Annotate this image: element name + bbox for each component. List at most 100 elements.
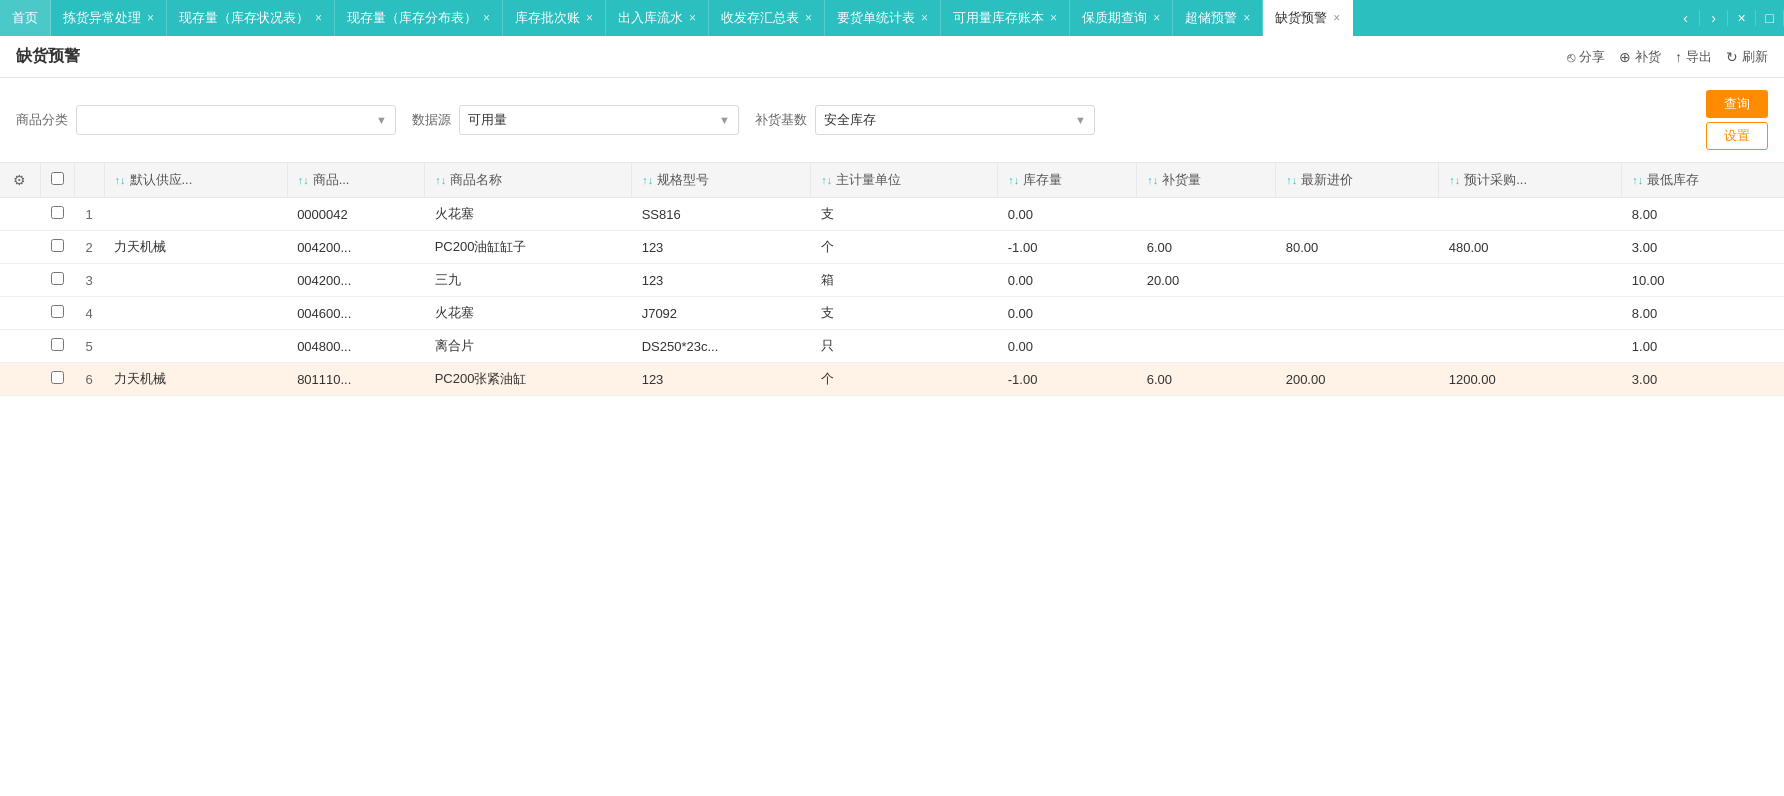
export-icon: ↑ xyxy=(1675,49,1682,65)
row-checkbox-input-2[interactable] xyxy=(51,272,64,285)
maximize-btn[interactable]: □ xyxy=(1756,10,1784,26)
row-supplier-3 xyxy=(104,297,287,330)
tab-close-stock-status[interactable]: × xyxy=(315,11,322,25)
row-est-purchase-4 xyxy=(1439,330,1622,363)
row-product-code-1: 004200... xyxy=(287,231,425,264)
share-btn[interactable]: ⎋ 分享 xyxy=(1567,48,1605,66)
tab-close-demand-stat[interactable]: × xyxy=(921,11,928,25)
tab-stock-dist[interactable]: 现存量（库存分布表）× xyxy=(335,0,503,36)
tab-label-shortage: 缺货预警 xyxy=(1275,9,1327,27)
column-unit[interactable]: ↑↓ 主计量单位 xyxy=(811,163,998,198)
tab-demand-stat[interactable]: 要货单统计表× xyxy=(825,0,941,36)
tab-overstock[interactable]: 超储预警× xyxy=(1173,0,1263,36)
row-supplier-5: 力天机械 xyxy=(104,363,287,396)
column-replenish-qty[interactable]: ↑↓ 补货量 xyxy=(1137,163,1276,198)
table-row: 5 004800... 离合片 DS250*23c... 只 0.00 1.00 xyxy=(0,330,1784,363)
tab-close-stock-dist[interactable]: × xyxy=(483,11,490,25)
column-product-code[interactable]: ↑↓ 商品... xyxy=(287,163,425,198)
settings-button[interactable]: 设置 xyxy=(1706,122,1768,150)
datasource-value: 可用量 xyxy=(468,111,507,129)
tab-available[interactable]: 可用量库存账本× xyxy=(941,0,1070,36)
table-container: ⚙ ↑↓ 默认供应... ↑↓ xyxy=(0,162,1784,396)
column-min-stock-sort-icon: ↑↓ xyxy=(1632,174,1643,186)
table-row: 2 力天机械 004200... PC200油缸缸子 123 个 -1.00 6… xyxy=(0,231,1784,264)
tab-close-expiry[interactable]: × xyxy=(1153,11,1160,25)
replenish-base-filter-group: 补货基数 安全库存 ▼ xyxy=(755,105,1095,135)
datasource-select[interactable]: 可用量 ▼ xyxy=(459,105,739,135)
row-unit-0: 支 xyxy=(811,198,998,231)
data-table: ⚙ ↑↓ 默认供应... ↑↓ xyxy=(0,162,1784,396)
export-btn[interactable]: ↑ 导出 xyxy=(1675,48,1712,66)
row-checkbox-4[interactable] xyxy=(40,330,74,363)
row-unit-4: 只 xyxy=(811,330,998,363)
row-min-stock-5: 3.00 xyxy=(1622,363,1784,396)
column-est-purchase[interactable]: ↑↓ 预计采购... xyxy=(1439,163,1622,198)
tab-expiry[interactable]: 保质期查询 × xyxy=(1070,0,1173,36)
tab-close-overstock[interactable]: × xyxy=(1243,11,1250,25)
tab-shortage[interactable]: 缺货预警 × xyxy=(1263,0,1353,36)
row-replenish-qty-0 xyxy=(1137,198,1276,231)
row-est-purchase-2 xyxy=(1439,264,1622,297)
column-settings[interactable]: ⚙ xyxy=(0,163,40,198)
row-latest-price-1: 80.00 xyxy=(1276,231,1439,264)
category-filter-group: 商品分类 ▼ xyxy=(16,105,396,135)
row-checkbox-1[interactable] xyxy=(40,231,74,264)
row-checkbox-3[interactable] xyxy=(40,297,74,330)
row-checkbox-input-1[interactable] xyxy=(51,239,64,252)
query-button[interactable]: 查询 xyxy=(1706,90,1768,118)
row-num-3: 4 xyxy=(74,297,104,330)
tab-label-receive-pay: 收发存汇总表 xyxy=(721,9,799,27)
select-all-checkbox[interactable] xyxy=(51,172,64,185)
refresh-btn[interactable]: ↻ 刷新 xyxy=(1726,48,1768,66)
row-num-2: 3 xyxy=(74,264,104,297)
column-latest-price[interactable]: ↑↓ 最新进价 xyxy=(1276,163,1439,198)
row-checkbox-input-5[interactable] xyxy=(51,371,64,384)
replenish-base-select[interactable]: 安全库存 ▼ xyxy=(815,105,1095,135)
category-select[interactable]: ▼ xyxy=(76,105,396,135)
row-latest-price-2 xyxy=(1276,264,1439,297)
replenish-base-dropdown-icon: ▼ xyxy=(1075,114,1086,126)
column-product-name[interactable]: ↑↓ 商品名称 xyxy=(425,163,632,198)
column-latest-price-sort-icon: ↑↓ xyxy=(1286,174,1297,186)
column-stock-qty[interactable]: ↑↓ 库存量 xyxy=(998,163,1137,198)
tab-close-receive-pay[interactable]: × xyxy=(805,11,812,25)
column-spec[interactable]: ↑↓ 规格型号 xyxy=(632,163,811,198)
row-product-name-1: PC200油缸缸子 xyxy=(425,231,632,264)
column-replenish-qty-sort-icon: ↑↓ xyxy=(1147,174,1158,186)
row-num-1: 2 xyxy=(74,231,104,264)
row-gear-1 xyxy=(0,231,40,264)
row-min-stock-1: 3.00 xyxy=(1622,231,1784,264)
replenish-btn[interactable]: ⊕ 补货 xyxy=(1619,48,1661,66)
tab-scroll-right[interactable]: › xyxy=(1700,10,1728,26)
tab-inout-flow[interactable]: 出入库流水× xyxy=(606,0,709,36)
row-unit-5: 个 xyxy=(811,363,998,396)
column-supplier[interactable]: ↑↓ 默认供应... xyxy=(104,163,287,198)
tab-receive-pay[interactable]: 收发存汇总表 × xyxy=(709,0,825,36)
row-checkbox-0[interactable] xyxy=(40,198,74,231)
tab-scroll-left[interactable]: ‹ xyxy=(1672,10,1700,26)
close-window-btn[interactable]: × xyxy=(1728,10,1756,26)
row-product-code-5: 801110... xyxy=(287,363,425,396)
tab-close-batch[interactable]: × xyxy=(586,11,593,25)
row-checkbox-input-3[interactable] xyxy=(51,305,64,318)
tab-home[interactable]: 首页 xyxy=(0,0,51,36)
column-supplier-sort-icon: ↑↓ xyxy=(115,174,126,186)
tab-close-exception[interactable]: × xyxy=(147,11,154,25)
row-checkbox-input-0[interactable] xyxy=(51,206,64,219)
tab-stock-status[interactable]: 现存量（库存状况表）× xyxy=(167,0,335,36)
column-min-stock[interactable]: ↑↓ 最低库存 xyxy=(1622,163,1784,198)
row-checkbox-input-4[interactable] xyxy=(51,338,64,351)
tab-label-expiry: 保质期查询 xyxy=(1082,9,1147,27)
tab-close-available[interactable]: × xyxy=(1050,11,1057,25)
gear-icon[interactable]: ⚙ xyxy=(13,172,26,188)
tab-close-inout-flow[interactable]: × xyxy=(689,11,696,25)
column-product-name-sort-icon: ↑↓ xyxy=(435,174,446,186)
row-checkbox-2[interactable] xyxy=(40,264,74,297)
tab-batch[interactable]: 库存批次账× xyxy=(503,0,606,36)
tab-exception[interactable]: 拣货异常处理× xyxy=(51,0,167,36)
row-latest-price-3 xyxy=(1276,297,1439,330)
row-checkbox-5[interactable] xyxy=(40,363,74,396)
row-latest-price-0 xyxy=(1276,198,1439,231)
filter-bar: 商品分类 ▼ 数据源 可用量 ▼ 补货基数 安全库存 ▼ 查询 设置 xyxy=(0,78,1784,162)
tab-close-shortage[interactable]: × xyxy=(1333,11,1340,25)
